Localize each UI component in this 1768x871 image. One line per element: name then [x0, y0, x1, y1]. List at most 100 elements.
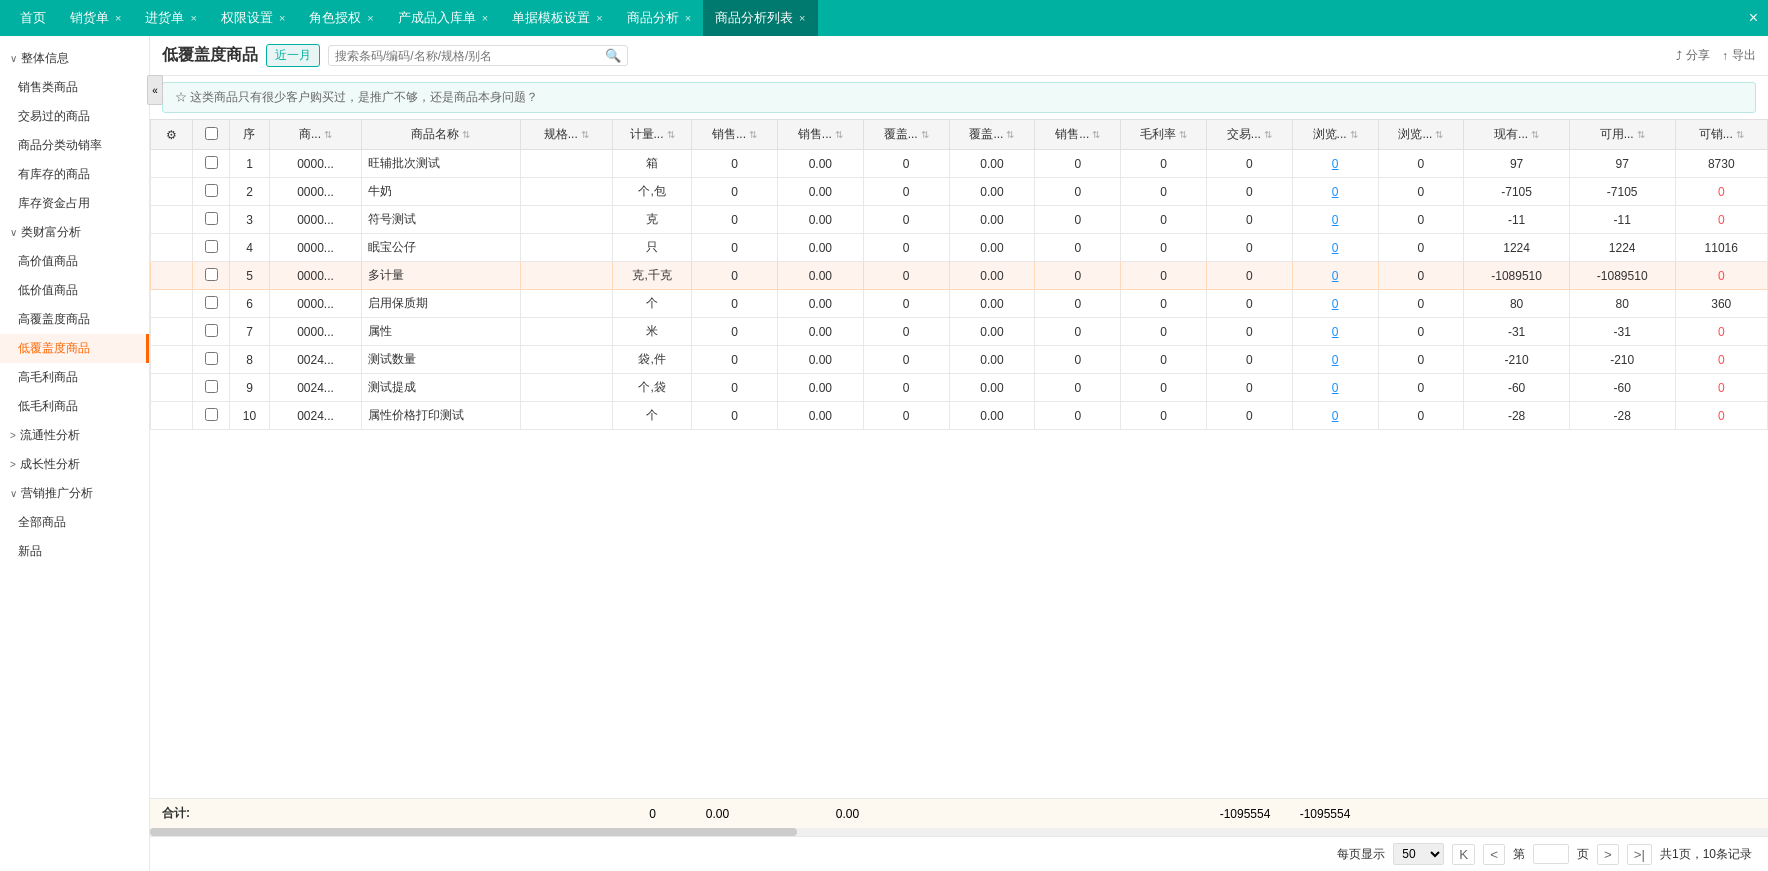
- nav-template-settings[interactable]: 单据模板设置 ×: [500, 0, 614, 36]
- cell-checkbox[interactable]: [193, 374, 230, 402]
- share-btn[interactable]: ⤴ 分享: [1676, 47, 1710, 64]
- cell-checkbox[interactable]: [193, 178, 230, 206]
- sidebar-item-traded-goods[interactable]: 交易过的商品: [0, 102, 149, 131]
- cell-browse1[interactable]: 0: [1292, 318, 1378, 346]
- nav-goods-analysis-list-close[interactable]: ×: [799, 12, 805, 24]
- th-cover2[interactable]: 覆盖...⇅: [949, 120, 1035, 150]
- export-btn[interactable]: ↑ 导出: [1722, 47, 1756, 64]
- first-page-btn[interactable]: K: [1452, 844, 1475, 865]
- row-checkbox[interactable]: [205, 352, 218, 365]
- cell-browse1[interactable]: 0: [1292, 150, 1378, 178]
- row-checkbox[interactable]: [205, 184, 218, 197]
- nav-home[interactable]: 首页: [8, 0, 58, 36]
- th-checkbox[interactable]: [193, 120, 230, 150]
- sidebar-section-marketing[interactable]: ∨ 营销推广分析: [0, 479, 149, 508]
- nav-goods-analysis-list[interactable]: 商品分析列表 ×: [703, 0, 817, 36]
- cell-checkbox[interactable]: [193, 346, 230, 374]
- sidebar-item-in-stock[interactable]: 有库存的商品: [0, 160, 149, 189]
- cell-browse1[interactable]: 0: [1292, 234, 1378, 262]
- nav-purchase-order[interactable]: 进货单 ×: [133, 0, 208, 36]
- row-checkbox[interactable]: [205, 156, 218, 169]
- sidebar-item-inventory-capital[interactable]: 库存资金占用: [0, 189, 149, 218]
- cell-checkbox[interactable]: [193, 150, 230, 178]
- sidebar-item-category-rate[interactable]: 商品分类动销率: [0, 131, 149, 160]
- row-checkbox[interactable]: [205, 408, 218, 421]
- nav-permissions-close[interactable]: ×: [279, 12, 285, 24]
- th-sales3[interactable]: 销售...⇅: [1035, 120, 1121, 150]
- cell-browse1[interactable]: 0: [1292, 402, 1378, 430]
- search-box[interactable]: 🔍: [328, 45, 628, 66]
- cell-checkbox[interactable]: [193, 262, 230, 290]
- cell-browse1[interactable]: 0: [1292, 206, 1378, 234]
- close-all-tabs[interactable]: ×: [1749, 9, 1758, 27]
- nav-finished-goods-close[interactable]: ×: [482, 12, 488, 24]
- sidebar-collapse-btn[interactable]: «: [147, 75, 163, 105]
- sidebar-item-new-goods[interactable]: 新品: [0, 537, 149, 566]
- th-sales1[interactable]: 销售...⇅: [692, 120, 778, 150]
- th-no[interactable]: 序: [230, 120, 270, 150]
- page-number-input[interactable]: 1: [1533, 844, 1569, 864]
- sidebar-item-high-value[interactable]: 高价值商品: [0, 247, 149, 276]
- settings-icon[interactable]: ⚙: [166, 128, 177, 142]
- select-all-checkbox[interactable]: [205, 127, 218, 140]
- th-trade[interactable]: 交易...⇅: [1206, 120, 1292, 150]
- nav-purchase-order-close[interactable]: ×: [190, 12, 196, 24]
- nav-goods-analysis-close[interactable]: ×: [685, 12, 691, 24]
- sidebar-item-all-goods[interactable]: 全部商品: [0, 508, 149, 537]
- th-browse1[interactable]: 浏览...⇅: [1292, 120, 1378, 150]
- nav-sales-order-close[interactable]: ×: [115, 12, 121, 24]
- th-sellable[interactable]: 可销...⇅: [1675, 120, 1768, 150]
- last-page-btn[interactable]: >|: [1627, 844, 1652, 865]
- row-checkbox[interactable]: [205, 212, 218, 225]
- next-page-btn[interactable]: >: [1597, 844, 1619, 865]
- nav-permissions[interactable]: 权限设置 ×: [209, 0, 297, 36]
- per-page-select[interactable]: 50 100 200: [1393, 843, 1444, 865]
- scrollbar-thumb[interactable]: [150, 828, 797, 836]
- cell-browse1[interactable]: 0: [1292, 374, 1378, 402]
- sidebar-item-low-coverage[interactable]: 低覆盖度商品: [0, 334, 149, 363]
- row-checkbox[interactable]: [205, 296, 218, 309]
- sidebar-section-growth[interactable]: > 成长性分析: [0, 450, 149, 479]
- search-input[interactable]: [335, 49, 605, 63]
- sidebar-item-high-coverage[interactable]: 高覆盖度商品: [0, 305, 149, 334]
- cell-browse1[interactable]: 0: [1292, 262, 1378, 290]
- row-checkbox[interactable]: [205, 268, 218, 281]
- nav-template-settings-close[interactable]: ×: [596, 12, 602, 24]
- nav-role-auth[interactable]: 角色授权 ×: [297, 0, 385, 36]
- cell-checkbox[interactable]: [193, 206, 230, 234]
- th-spec[interactable]: 规格...⇅: [520, 120, 612, 150]
- sidebar-item-high-margin[interactable]: 高毛利商品: [0, 363, 149, 392]
- nav-finished-goods[interactable]: 产成品入库单 ×: [386, 0, 500, 36]
- table-wrapper[interactable]: ⚙ 序 商...⇅ 商品名称⇅ 规格...⇅: [150, 119, 1768, 798]
- th-name[interactable]: 商品名称⇅: [362, 120, 520, 150]
- th-current[interactable]: 现有...⇅: [1464, 120, 1570, 150]
- row-checkbox[interactable]: [205, 240, 218, 253]
- cell-browse1[interactable]: 0: [1292, 178, 1378, 206]
- cell-checkbox[interactable]: [193, 318, 230, 346]
- th-sales2[interactable]: 销售...⇅: [777, 120, 863, 150]
- th-unit[interactable]: 计量...⇅: [612, 120, 691, 150]
- cell-browse1[interactable]: 0: [1292, 290, 1378, 318]
- sidebar-section-circulation[interactable]: > 流通性分析: [0, 421, 149, 450]
- sidebar-section-overall[interactable]: ∨ 整体信息: [0, 44, 149, 73]
- nav-goods-analysis[interactable]: 商品分析 ×: [615, 0, 703, 36]
- row-checkbox[interactable]: [205, 380, 218, 393]
- sidebar-item-low-margin[interactable]: 低毛利商品: [0, 392, 149, 421]
- sidebar-section-wealth[interactable]: ∨ 类财富分析: [0, 218, 149, 247]
- prev-page-btn[interactable]: <: [1483, 844, 1505, 865]
- sidebar-item-sales-goods[interactable]: 销售类商品: [0, 73, 149, 102]
- row-checkbox[interactable]: [205, 324, 218, 337]
- nav-role-auth-close[interactable]: ×: [367, 12, 373, 24]
- th-available[interactable]: 可用...⇅: [1569, 120, 1675, 150]
- horizontal-scrollbar[interactable]: [150, 828, 1768, 836]
- filter-btn[interactable]: 近一月: [266, 44, 320, 67]
- th-cover1[interactable]: 覆盖...⇅: [863, 120, 949, 150]
- cell-checkbox[interactable]: [193, 402, 230, 430]
- cell-checkbox[interactable]: [193, 234, 230, 262]
- th-code[interactable]: 商...⇅: [269, 120, 361, 150]
- th-margin[interactable]: 毛利率⇅: [1121, 120, 1207, 150]
- cell-browse1[interactable]: 0: [1292, 346, 1378, 374]
- th-settings[interactable]: ⚙: [151, 120, 193, 150]
- nav-sales-order[interactable]: 销货单 ×: [58, 0, 133, 36]
- th-browse2[interactable]: 浏览...⇅: [1378, 120, 1464, 150]
